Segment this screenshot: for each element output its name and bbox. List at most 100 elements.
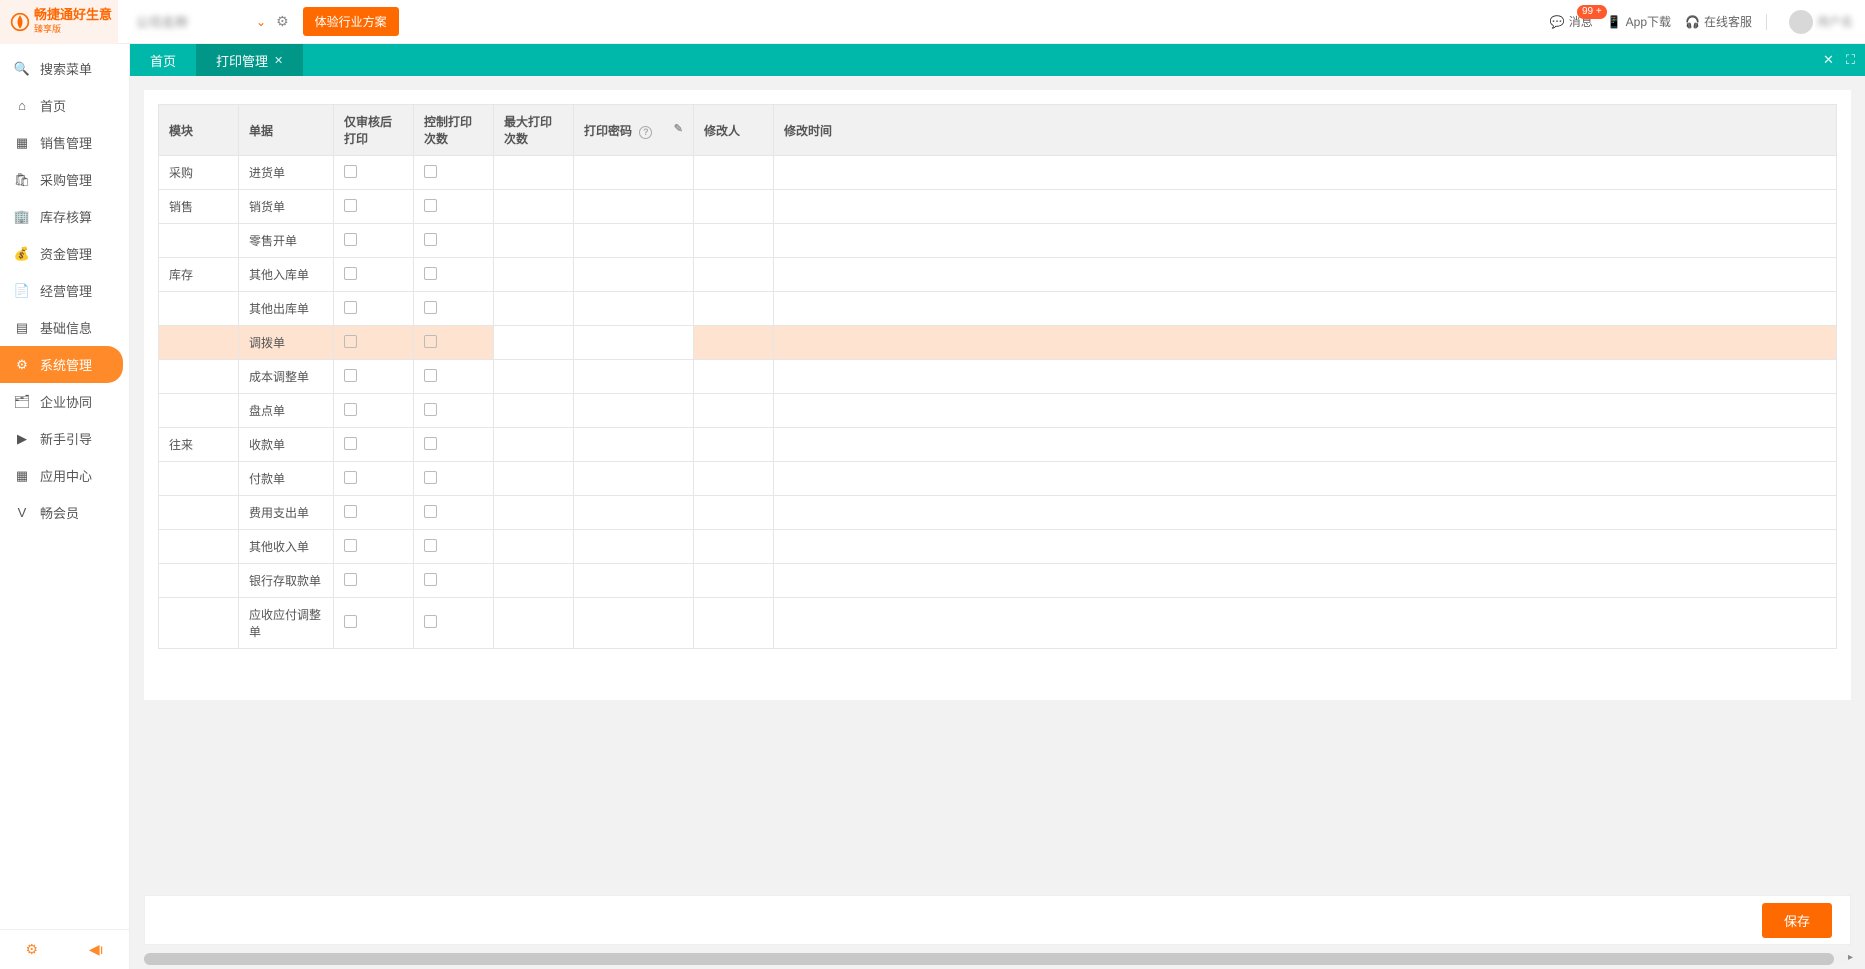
th-max-count: 最大打印次数 xyxy=(494,105,574,156)
cell-ctrl-count xyxy=(414,258,494,292)
cell-ctrl-count xyxy=(414,190,494,224)
checkbox-audit-print[interactable] xyxy=(344,615,357,628)
sidebar-item-sales[interactable]: ▦销售管理 xyxy=(0,124,129,161)
checkbox-ctrl-count[interactable] xyxy=(424,505,437,518)
cell-doc: 其他收入单 xyxy=(239,530,334,564)
checkbox-ctrl-count[interactable] xyxy=(424,573,437,586)
app-download-button[interactable]: 📱 App下载 xyxy=(1607,13,1671,30)
scrollbar-thumb[interactable] xyxy=(144,953,1834,965)
cell-doc: 调拨单 xyxy=(239,326,334,360)
cell-audit-print xyxy=(334,326,414,360)
checkbox-ctrl-count[interactable] xyxy=(424,369,437,382)
cell-modtime xyxy=(774,496,1837,530)
scroll-right-icon[interactable]: ▸ xyxy=(1848,952,1853,963)
cell-modtime xyxy=(774,258,1837,292)
user-menu[interactable]: 用户名 xyxy=(1781,10,1853,34)
checkbox-audit-print[interactable] xyxy=(344,403,357,416)
sidebar-item-operate[interactable]: 📄经营管理 xyxy=(0,272,129,309)
checkbox-ctrl-count[interactable] xyxy=(424,471,437,484)
table-row: 调拨单 xyxy=(159,326,1837,360)
sidebar-item-funds[interactable]: 💰资金管理 xyxy=(0,235,129,272)
cell-audit-print xyxy=(334,360,414,394)
sidebar-item-label: 首页 xyxy=(40,96,66,115)
collapse-icon[interactable]: ◀ı xyxy=(89,941,104,958)
cell-ctrl-count xyxy=(414,598,494,649)
checkbox-audit-print[interactable] xyxy=(344,301,357,314)
online-service-button[interactable]: 🎧 在线客服 xyxy=(1685,13,1752,30)
tab-home[interactable]: 首页 xyxy=(130,44,196,76)
checkbox-audit-print[interactable] xyxy=(344,369,357,382)
message-icon: 💬 xyxy=(1550,15,1565,29)
phone-icon: 📱 xyxy=(1607,15,1622,29)
checkbox-audit-print[interactable] xyxy=(344,233,357,246)
checkbox-ctrl-count[interactable] xyxy=(424,301,437,314)
cell-ctrl-count xyxy=(414,156,494,190)
edit-icon[interactable]: ✎ xyxy=(674,122,683,135)
checkbox-audit-print[interactable] xyxy=(344,199,357,212)
header-right: 💬 消息 99 + 📱 App下载 🎧 在线客服 用户名 xyxy=(1550,10,1853,34)
checkbox-ctrl-count[interactable] xyxy=(424,403,437,416)
cell-audit-print xyxy=(334,598,414,649)
print-settings-table: 模块 单据 仅审核后打印 控制打印次数 最大打印次数 打印密码 ? ✎ 修改人 xyxy=(158,104,1837,649)
cell-doc: 费用支出单 xyxy=(239,496,334,530)
cell-module xyxy=(159,530,239,564)
username: 用户名 xyxy=(1817,13,1853,30)
purchase-icon: 🛍 xyxy=(14,172,30,188)
checkbox-ctrl-count[interactable] xyxy=(424,539,437,552)
horizontal-scrollbar[interactable]: ▸ xyxy=(144,953,1851,965)
fullscreen-icon[interactable]: ⛶ xyxy=(1846,52,1855,68)
settings-icon[interactable]: ⚙ xyxy=(25,941,38,958)
checkbox-audit-print[interactable] xyxy=(344,539,357,552)
checkbox-ctrl-count[interactable] xyxy=(424,267,437,280)
sidebar-item-inventory[interactable]: 🏢库存核算 xyxy=(0,198,129,235)
cell-max-count xyxy=(494,394,574,428)
chevron-down-icon[interactable]: ⌄ xyxy=(256,15,266,29)
messages-button[interactable]: 💬 消息 99 + xyxy=(1550,13,1593,30)
logo[interactable]: 畅捷通好生意 臻享版 xyxy=(0,0,118,44)
checkbox-audit-print[interactable] xyxy=(344,165,357,178)
sidebar-item-guide[interactable]: ▶新手引导 xyxy=(0,420,129,457)
sidebar-item-label: 经营管理 xyxy=(40,281,92,300)
save-button[interactable]: 保存 xyxy=(1762,903,1832,938)
sidebar-item-vip[interactable]: V畅会员 xyxy=(0,494,129,531)
gear-icon[interactable]: ⚙ xyxy=(276,13,289,30)
cell-module xyxy=(159,598,239,649)
checkbox-ctrl-count[interactable] xyxy=(424,165,437,178)
table-row: 往来收款单 xyxy=(159,428,1837,462)
sidebar-item-search[interactable]: 🔍搜索菜单 xyxy=(0,50,129,87)
cell-modifier xyxy=(694,428,774,462)
cell-modifier xyxy=(694,224,774,258)
checkbox-ctrl-count[interactable] xyxy=(424,199,437,212)
sidebar-item-purchase[interactable]: 🛍采购管理 xyxy=(0,161,129,198)
cell-modtime xyxy=(774,156,1837,190)
cell-password[interactable] xyxy=(574,326,694,360)
sidebar-item-label: 搜索菜单 xyxy=(40,59,92,78)
sidebar-item-home[interactable]: ⌂首页 xyxy=(0,87,129,124)
close-icon[interactable]: ✕ xyxy=(274,54,283,67)
checkbox-audit-print[interactable] xyxy=(344,267,357,280)
sidebar-item-system[interactable]: ⚙系统管理 xyxy=(0,346,123,383)
checkbox-audit-print[interactable] xyxy=(344,335,357,348)
cell-modifier xyxy=(694,598,774,649)
avatar xyxy=(1789,10,1813,34)
cell-password xyxy=(574,292,694,326)
checkbox-audit-print[interactable] xyxy=(344,573,357,586)
checkbox-ctrl-count[interactable] xyxy=(424,233,437,246)
checkbox-audit-print[interactable] xyxy=(344,471,357,484)
cell-modifier xyxy=(694,564,774,598)
checkbox-ctrl-count[interactable] xyxy=(424,437,437,450)
checkbox-ctrl-count[interactable] xyxy=(424,615,437,628)
cell-max-count[interactable] xyxy=(494,326,574,360)
company-select[interactable]: 公司名称 xyxy=(136,12,188,31)
tab-print-management[interactable]: 打印管理 ✕ xyxy=(196,44,303,76)
cell-audit-print xyxy=(334,292,414,326)
checkbox-ctrl-count[interactable] xyxy=(424,335,437,348)
help-icon[interactable]: ? xyxy=(639,126,652,139)
sidebar-item-basic[interactable]: ▤基础信息 xyxy=(0,309,129,346)
industry-cta-button[interactable]: 体验行业方案 xyxy=(303,7,399,36)
checkbox-audit-print[interactable] xyxy=(344,505,357,518)
tabbar-close-icon[interactable]: ✕ xyxy=(1823,52,1834,68)
checkbox-audit-print[interactable] xyxy=(344,437,357,450)
sidebar-item-collab[interactable]: 🗂企业协同 xyxy=(0,383,129,420)
sidebar-item-apps[interactable]: ▦应用中心 xyxy=(0,457,129,494)
